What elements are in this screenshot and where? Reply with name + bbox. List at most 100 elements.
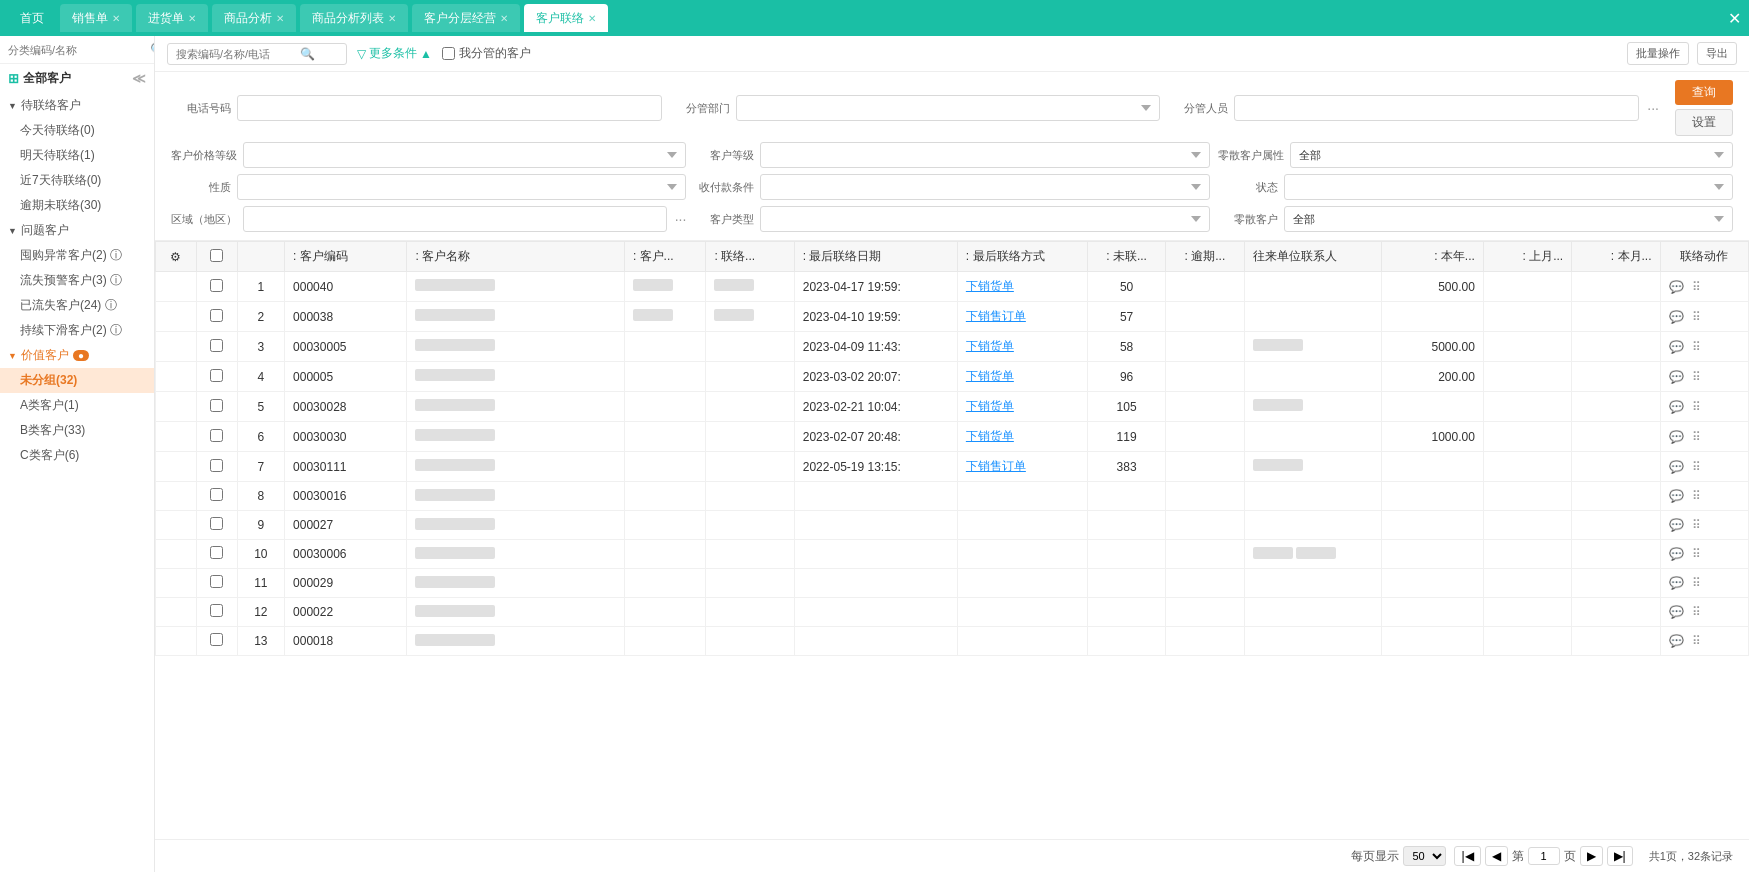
nav-tab-customer-contact[interactable]: 客户联络 ✕ bbox=[524, 4, 608, 32]
page-size-select[interactable]: 50 bbox=[1403, 846, 1446, 866]
nav-tab-analysis-list[interactable]: 商品分析列表 ✕ bbox=[300, 4, 408, 32]
action-more-icon[interactable]: ⠿ bbox=[1692, 460, 1701, 474]
th-code[interactable]: : 客户编码 bbox=[285, 242, 407, 272]
action-more-icon[interactable]: ⠿ bbox=[1692, 547, 1701, 561]
export-button[interactable]: 导出 bbox=[1697, 42, 1737, 65]
th-partner[interactable]: 往来单位联系人 bbox=[1244, 242, 1381, 272]
status-select[interactable] bbox=[1284, 174, 1733, 200]
retail-customer-select[interactable]: 全部 bbox=[1284, 206, 1733, 232]
sidebar-search-box[interactable]: 🔍 bbox=[0, 36, 154, 64]
th-settings[interactable]: ⚙ bbox=[156, 242, 197, 272]
pagination-prev[interactable]: ◀ bbox=[1485, 846, 1508, 866]
region-input[interactable] bbox=[243, 206, 667, 232]
cell-check[interactable] bbox=[196, 392, 237, 422]
row-checkbox[interactable] bbox=[210, 575, 223, 588]
last-way-link[interactable]: 下销货单 bbox=[966, 369, 1014, 383]
cell-check[interactable] bbox=[196, 569, 237, 598]
th-last-way[interactable]: : 最后联络方式 bbox=[957, 242, 1087, 272]
sidebar-item-hoarding[interactable]: 囤购异常客户(2) ⓘ bbox=[0, 243, 154, 268]
payment-select[interactable] bbox=[760, 174, 1209, 200]
filter-search-input[interactable] bbox=[176, 48, 296, 60]
row-checkbox[interactable] bbox=[210, 604, 223, 617]
row-checkbox[interactable] bbox=[210, 399, 223, 412]
action-more-icon[interactable]: ⠿ bbox=[1692, 280, 1701, 294]
last-way-link[interactable]: 下销售订单 bbox=[966, 309, 1026, 323]
more-conditions-btn[interactable]: ▽ 更多条件 ▲ bbox=[357, 45, 432, 62]
nav-tab-analysis[interactable]: 商品分析 ✕ bbox=[212, 4, 296, 32]
cell-check[interactable] bbox=[196, 511, 237, 540]
cell-check[interactable] bbox=[196, 627, 237, 656]
cell-check[interactable] bbox=[196, 422, 237, 452]
sidebar-group-value[interactable]: ▼ 价值客户 ● bbox=[0, 343, 154, 368]
nav-tab-sales[interactable]: 销售单 ✕ bbox=[60, 4, 132, 32]
action-more-icon[interactable]: ⠿ bbox=[1692, 310, 1701, 324]
action-comment-icon[interactable]: 💬 bbox=[1669, 310, 1684, 324]
nav-tab-sales-close[interactable]: ✕ bbox=[112, 13, 120, 24]
nav-tab-customer-mgmt-close[interactable]: ✕ bbox=[500, 13, 508, 24]
cell-check[interactable] bbox=[196, 302, 237, 332]
action-comment-icon[interactable]: 💬 bbox=[1669, 547, 1684, 561]
cell-check[interactable] bbox=[196, 332, 237, 362]
sidebar-item-churn-warning[interactable]: 流失预警客户(3) ⓘ bbox=[0, 268, 154, 293]
last-way-link[interactable]: 下销货单 bbox=[966, 339, 1014, 353]
last-way-link[interactable]: 下销货单 bbox=[966, 429, 1014, 443]
filter-search-box[interactable]: 🔍 bbox=[167, 43, 347, 65]
sidebar-item-today-pending[interactable]: 今天待联络(0) bbox=[0, 118, 154, 143]
sidebar-all-customers[interactable]: ⊞ 全部客户 ≪ bbox=[0, 64, 154, 93]
th-name[interactable]: : 客户名称 bbox=[407, 242, 624, 272]
action-more-icon[interactable]: ⠿ bbox=[1692, 340, 1701, 354]
last-way-link[interactable]: 下销货单 bbox=[966, 279, 1014, 293]
row-checkbox[interactable] bbox=[210, 546, 223, 559]
sidebar-item-7days-pending[interactable]: 近7天待联络(0) bbox=[0, 168, 154, 193]
action-comment-icon[interactable]: 💬 bbox=[1669, 634, 1684, 648]
region-dots[interactable]: ··· bbox=[675, 211, 687, 227]
sidebar-item-ungrouped[interactable]: 未分组(32) bbox=[0, 368, 154, 393]
action-more-icon[interactable]: ⠿ bbox=[1692, 489, 1701, 503]
pagination-next[interactable]: ▶ bbox=[1580, 846, 1603, 866]
nav-tab-analysis-close[interactable]: ✕ bbox=[276, 13, 284, 24]
sidebar-item-class-c[interactable]: C类客户(6) bbox=[0, 443, 154, 468]
th-type[interactable]: : 客户... bbox=[624, 242, 706, 272]
sidebar-search-input[interactable] bbox=[8, 44, 146, 56]
window-close-button[interactable]: ✕ bbox=[1728, 9, 1741, 28]
th-last-month[interactable]: : 上月... bbox=[1483, 242, 1571, 272]
pagination-first[interactable]: |◀ bbox=[1454, 846, 1480, 866]
my-customers-checkbox[interactable] bbox=[442, 47, 455, 60]
row-checkbox[interactable] bbox=[210, 339, 223, 352]
row-checkbox[interactable] bbox=[210, 279, 223, 292]
action-more-icon[interactable]: ⠿ bbox=[1692, 430, 1701, 444]
nav-home-tab[interactable]: 首页 bbox=[8, 4, 56, 32]
pagination-last[interactable]: ▶| bbox=[1607, 846, 1633, 866]
cell-check[interactable] bbox=[196, 540, 237, 569]
nav-tab-purchase-close[interactable]: ✕ bbox=[188, 13, 196, 24]
action-comment-icon[interactable]: 💬 bbox=[1669, 460, 1684, 474]
action-more-icon[interactable]: ⠿ bbox=[1692, 576, 1701, 590]
row-checkbox[interactable] bbox=[210, 488, 223, 501]
th-overdue[interactable]: : 逾期... bbox=[1166, 242, 1244, 272]
action-more-icon[interactable]: ⠿ bbox=[1692, 370, 1701, 384]
th-last-date[interactable]: : 最后联络日期 bbox=[794, 242, 957, 272]
th-this-month[interactable]: : 本月... bbox=[1572, 242, 1660, 272]
nature-select[interactable] bbox=[237, 174, 686, 200]
action-more-icon[interactable]: ⠿ bbox=[1692, 400, 1701, 414]
cell-check[interactable] bbox=[196, 482, 237, 511]
last-way-link[interactable]: 下销货单 bbox=[966, 399, 1014, 413]
action-comment-icon[interactable]: 💬 bbox=[1669, 280, 1684, 294]
nav-tab-analysis-list-close[interactable]: ✕ bbox=[388, 13, 396, 24]
action-comment-icon[interactable]: 💬 bbox=[1669, 430, 1684, 444]
row-checkbox[interactable] bbox=[210, 459, 223, 472]
row-checkbox[interactable] bbox=[210, 633, 223, 646]
action-comment-icon[interactable]: 💬 bbox=[1669, 518, 1684, 532]
action-comment-icon[interactable]: 💬 bbox=[1669, 489, 1684, 503]
nav-tab-purchase[interactable]: 进货单 ✕ bbox=[136, 4, 208, 32]
action-more-icon[interactable]: ⠿ bbox=[1692, 518, 1701, 532]
person-dots[interactable]: ··· bbox=[1647, 100, 1659, 116]
phone-input[interactable] bbox=[237, 95, 662, 121]
page-input[interactable] bbox=[1528, 847, 1560, 865]
cell-check[interactable] bbox=[196, 598, 237, 627]
th-this-year[interactable]: : 本年... bbox=[1381, 242, 1483, 272]
sidebar-group-problem[interactable]: ▼ 问题客户 bbox=[0, 218, 154, 243]
batch-ops-button[interactable]: 批量操作 bbox=[1627, 42, 1689, 65]
sidebar-collapse-icon[interactable]: ≪ bbox=[132, 71, 146, 86]
action-more-icon[interactable]: ⠿ bbox=[1692, 634, 1701, 648]
